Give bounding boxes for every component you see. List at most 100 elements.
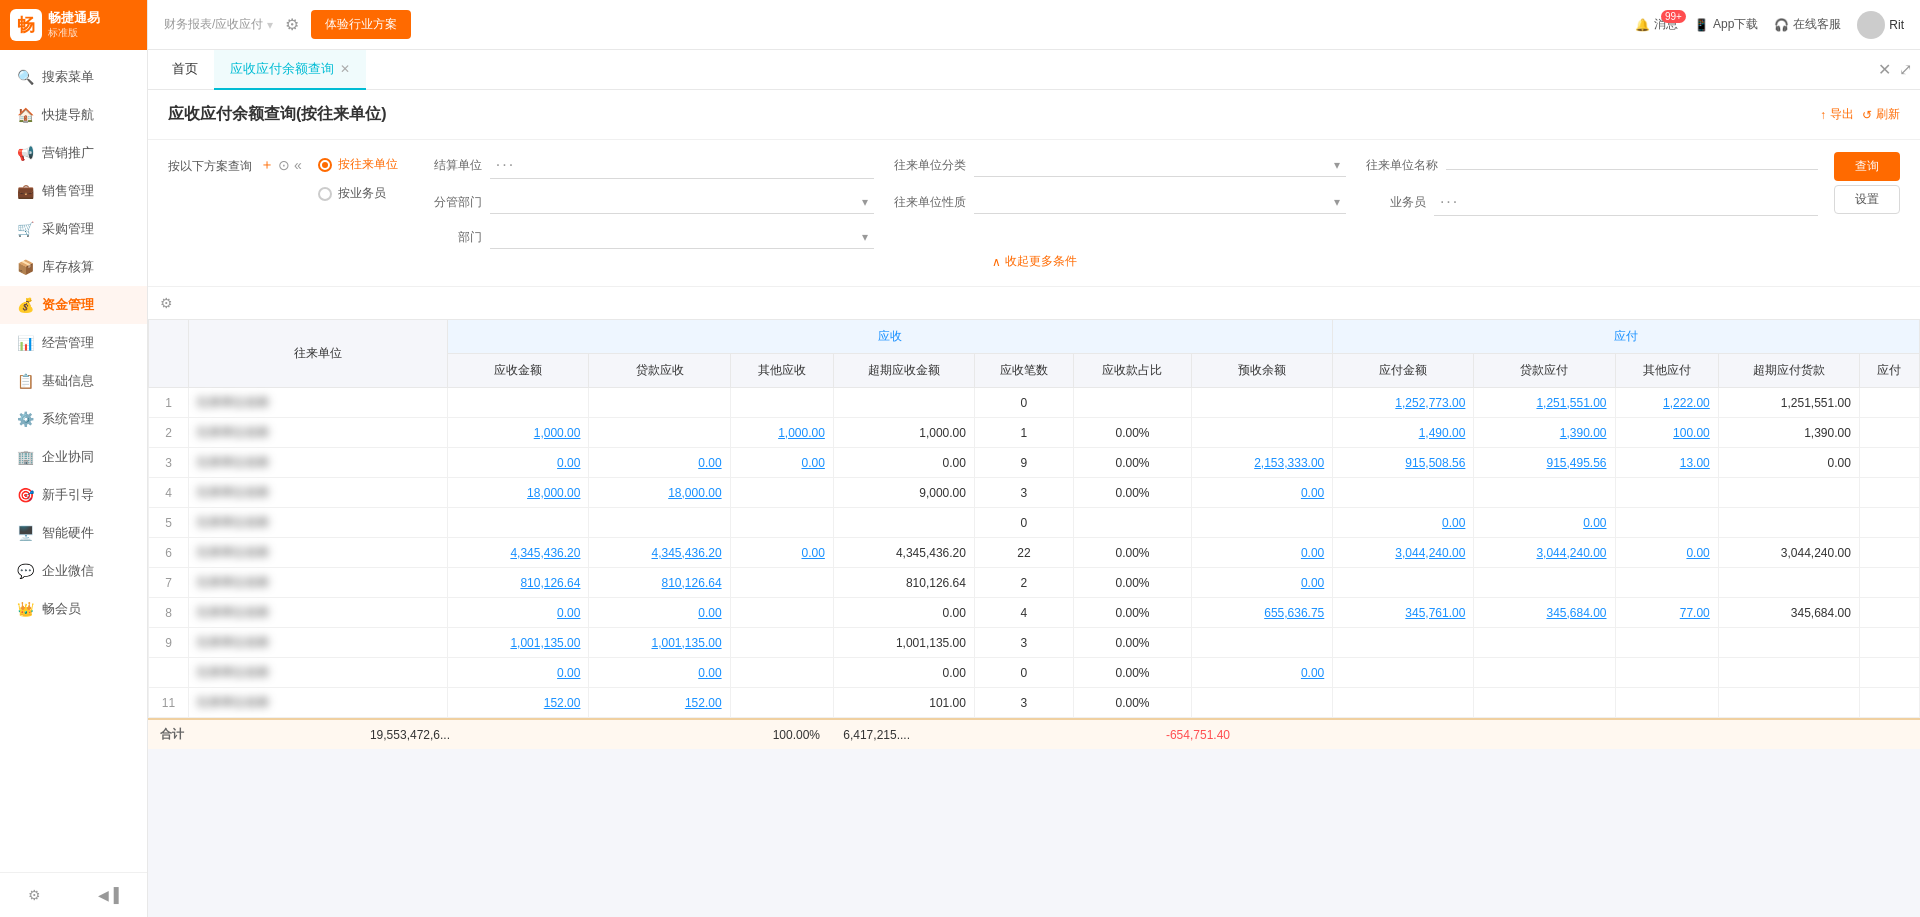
partner-cell[interactable]: 往来单位名称	[189, 448, 448, 478]
scheme-options: 按往来单位 按业务员	[310, 152, 406, 206]
sidebar-item-search-menu[interactable]: 🔍 搜索菜单	[0, 58, 147, 96]
th-ar-amount: 应收金额	[448, 354, 589, 388]
app-logo-icon: 畅	[10, 9, 42, 41]
enterprise-icon: 🏢	[16, 449, 34, 465]
header-gear-icon[interactable]: ⚙	[285, 15, 299, 34]
sidebar-item-sales[interactable]: 💼 销售管理	[0, 172, 147, 210]
filter-field-partner-cat: 往来单位分类 ▾	[894, 152, 1346, 179]
main-content: 首页 应收应付余额查询 ✕ ✕ ⤢ 应收应付余额查询(按往来单位) ↑ 导出 ↺…	[148, 50, 1920, 917]
partner-cell[interactable]: 往来单位名称	[189, 628, 448, 658]
sidebar-menu: 🔍 搜索菜单 🏠 快捷导航 📢 营销推广 💼 销售管理 🛒 采购管理 📦 库存核…	[0, 50, 147, 872]
tab-close-icon[interactable]: ✕	[340, 62, 350, 76]
tab-bar: 首页 应收应付余额查询 ✕ ✕ ⤢	[148, 50, 1920, 90]
app-version: 标准版	[48, 26, 100, 40]
sidebar-settings-btn[interactable]: ⚙	[18, 881, 51, 909]
header: 财务报表/应收应付 ▾ ⚙ 体验行业方案 🔔 消息 99+ 📱 App下载 🎧 …	[148, 0, 1920, 50]
partner-name-input[interactable]	[1446, 161, 1818, 170]
app-download-button[interactable]: 📱 App下载	[1694, 16, 1758, 33]
online-service-button[interactable]: 🎧 在线客服	[1774, 16, 1841, 33]
settlement-label: 结算单位	[422, 157, 482, 174]
user-menu[interactable]: Rit	[1857, 11, 1904, 39]
filter-field-partner-name: 往来单位名称	[1366, 152, 1818, 179]
table-footer: 合计 19,553,472,6... 100.00% 6,417,215....…	[148, 718, 1920, 749]
salesperson-input[interactable]: ···	[1434, 189, 1818, 216]
sidebar-item-quick-nav[interactable]: 🏠 快捷导航	[0, 96, 147, 134]
query-button[interactable]: 查询	[1834, 152, 1900, 181]
partner-cell[interactable]: 往来单位名称	[189, 658, 448, 688]
table-settings-icon[interactable]: ⚙	[160, 295, 173, 311]
sidebar-item-finance[interactable]: 💰 资金管理	[0, 286, 147, 324]
refresh-button[interactable]: ↺ 刷新	[1862, 106, 1900, 123]
filter-field-salesperson: 业务员 ···	[1366, 189, 1818, 216]
sidebar-item-system[interactable]: ⚙️ 系统管理	[0, 400, 147, 438]
department-input[interactable]: ▾	[490, 226, 874, 249]
tab-home[interactable]: 首页	[156, 50, 214, 90]
tab-expand-icon[interactable]: ⤢	[1899, 60, 1912, 79]
dept-input[interactable]: ▾	[490, 191, 874, 214]
settlement-input[interactable]: ···	[490, 152, 874, 179]
partner-cell[interactable]: 往来单位名称	[189, 538, 448, 568]
collapse-filter-button[interactable]: ∧ 收起更多条件	[168, 249, 1900, 274]
table-row: 6往来单位名称4,345,436.204,345,436.200.004,345…	[149, 538, 1920, 568]
guide-icon: 🎯	[16, 487, 34, 503]
inventory-icon: 📦	[16, 259, 34, 275]
sidebar-item-label: 采购管理	[42, 220, 94, 238]
filter-scheme-label: 按以下方案查询	[168, 156, 252, 175]
sidebar: 畅 畅捷通易 标准版 🔍 搜索菜单 🏠 快捷导航 📢 营销推广 💼 销售管理 🛒…	[0, 0, 148, 917]
quick-nav-icon: 🏠	[16, 107, 34, 123]
partner-cell[interactable]: 往来单位名称	[189, 388, 448, 418]
sidebar-item-operations[interactable]: 📊 经营管理	[0, 324, 147, 362]
marketing-icon: 📢	[16, 145, 34, 161]
sidebar-item-basic[interactable]: 📋 基础信息	[0, 362, 147, 400]
table-row: 4往来单位名称18,000.0018,000.009,000.0030.00%0…	[149, 478, 1920, 508]
export-button[interactable]: ↑ 导出	[1820, 106, 1854, 123]
table-container[interactable]: 往来单位 应收 应付 应收金额 贷款应收 其他应收 超期应收金额 应收笔数 应收…	[148, 319, 1920, 718]
partner-cat-input[interactable]: ▾	[974, 154, 1346, 177]
tab-ar-ap[interactable]: 应收应付余额查询 ✕	[214, 50, 366, 90]
footer-ar-total: 19,553,472,6...	[360, 728, 450, 742]
edit-scheme-icon[interactable]: ⊙	[278, 157, 290, 173]
setting-button[interactable]: 设置	[1834, 185, 1900, 214]
partner-cell[interactable]: 往来单位名称	[189, 508, 448, 538]
partner-cell[interactable]: 往来单位名称	[189, 478, 448, 508]
sidebar-item-marketing[interactable]: 📢 营销推广	[0, 134, 147, 172]
footer-ar-advance: 6,417,215....	[820, 728, 910, 742]
partner-cell[interactable]: 往来单位名称	[189, 568, 448, 598]
scheme-opt-sales[interactable]: 按业务员	[310, 181, 406, 206]
partner-cell[interactable]: 往来单位名称	[189, 688, 448, 718]
basic-icon: 📋	[16, 373, 34, 389]
collapse-scheme-icon[interactable]: «	[294, 157, 302, 173]
th-group-ar: 应收	[448, 320, 1333, 354]
add-scheme-icon[interactable]: ＋	[260, 156, 274, 174]
sidebar-collapse-btn[interactable]: ◀▐	[88, 881, 129, 909]
page-title: 应收应付余额查询(按往来单位)	[168, 104, 387, 125]
table-row: 1往来单位名称01,252,773.001,251,551.001,222.00…	[149, 388, 1920, 418]
sidebar-item-hardware[interactable]: 🖥️ 智能硬件	[0, 514, 147, 552]
partner-nature-input[interactable]: ▾	[974, 191, 1346, 214]
sidebar-item-wechat[interactable]: 💬 企业微信	[0, 552, 147, 590]
sidebar-item-guide[interactable]: 🎯 新手引导	[0, 476, 147, 514]
sidebar-item-inventory[interactable]: 📦 库存核算	[0, 248, 147, 286]
sidebar-item-member[interactable]: 👑 畅会员	[0, 590, 147, 628]
radio-partner	[318, 158, 332, 172]
page-header: 应收应付余额查询(按往来单位) ↑ 导出 ↺ 刷新	[148, 90, 1920, 140]
partner-nature-label: 往来单位性质	[894, 194, 966, 211]
scheme-actions: ＋ ⊙ «	[260, 156, 302, 174]
scheme-opt-partner[interactable]: 按往来单位	[310, 152, 406, 177]
tab-close-all-icon[interactable]: ✕	[1878, 60, 1891, 79]
sidebar-item-enterprise[interactable]: 🏢 企业协同	[0, 438, 147, 476]
th-ap-loan: 贷款应付	[1474, 354, 1615, 388]
notification-button[interactable]: 🔔 消息 99+	[1635, 16, 1678, 33]
partner-cell[interactable]: 往来单位名称	[189, 598, 448, 628]
sidebar-item-label: 系统管理	[42, 410, 94, 428]
notif-badge: 99+	[1661, 10, 1686, 23]
sidebar-item-label: 畅会员	[42, 600, 81, 618]
table-row: 3往来单位名称0.000.000.000.0090.00%2,153,333.0…	[149, 448, 1920, 478]
app-name: 畅捷通易	[48, 10, 100, 26]
filter-fields: 结算单位 ··· 往来单位分类 ▾ 往来单位名称	[422, 152, 1818, 249]
partner-cell[interactable]: 往来单位名称	[189, 418, 448, 448]
sidebar-item-purchase[interactable]: 🛒 采购管理	[0, 210, 147, 248]
sidebar-item-label: 新手引导	[42, 486, 94, 504]
promo-button[interactable]: 体验行业方案	[311, 10, 411, 39]
tab-home-label: 首页	[172, 60, 198, 78]
